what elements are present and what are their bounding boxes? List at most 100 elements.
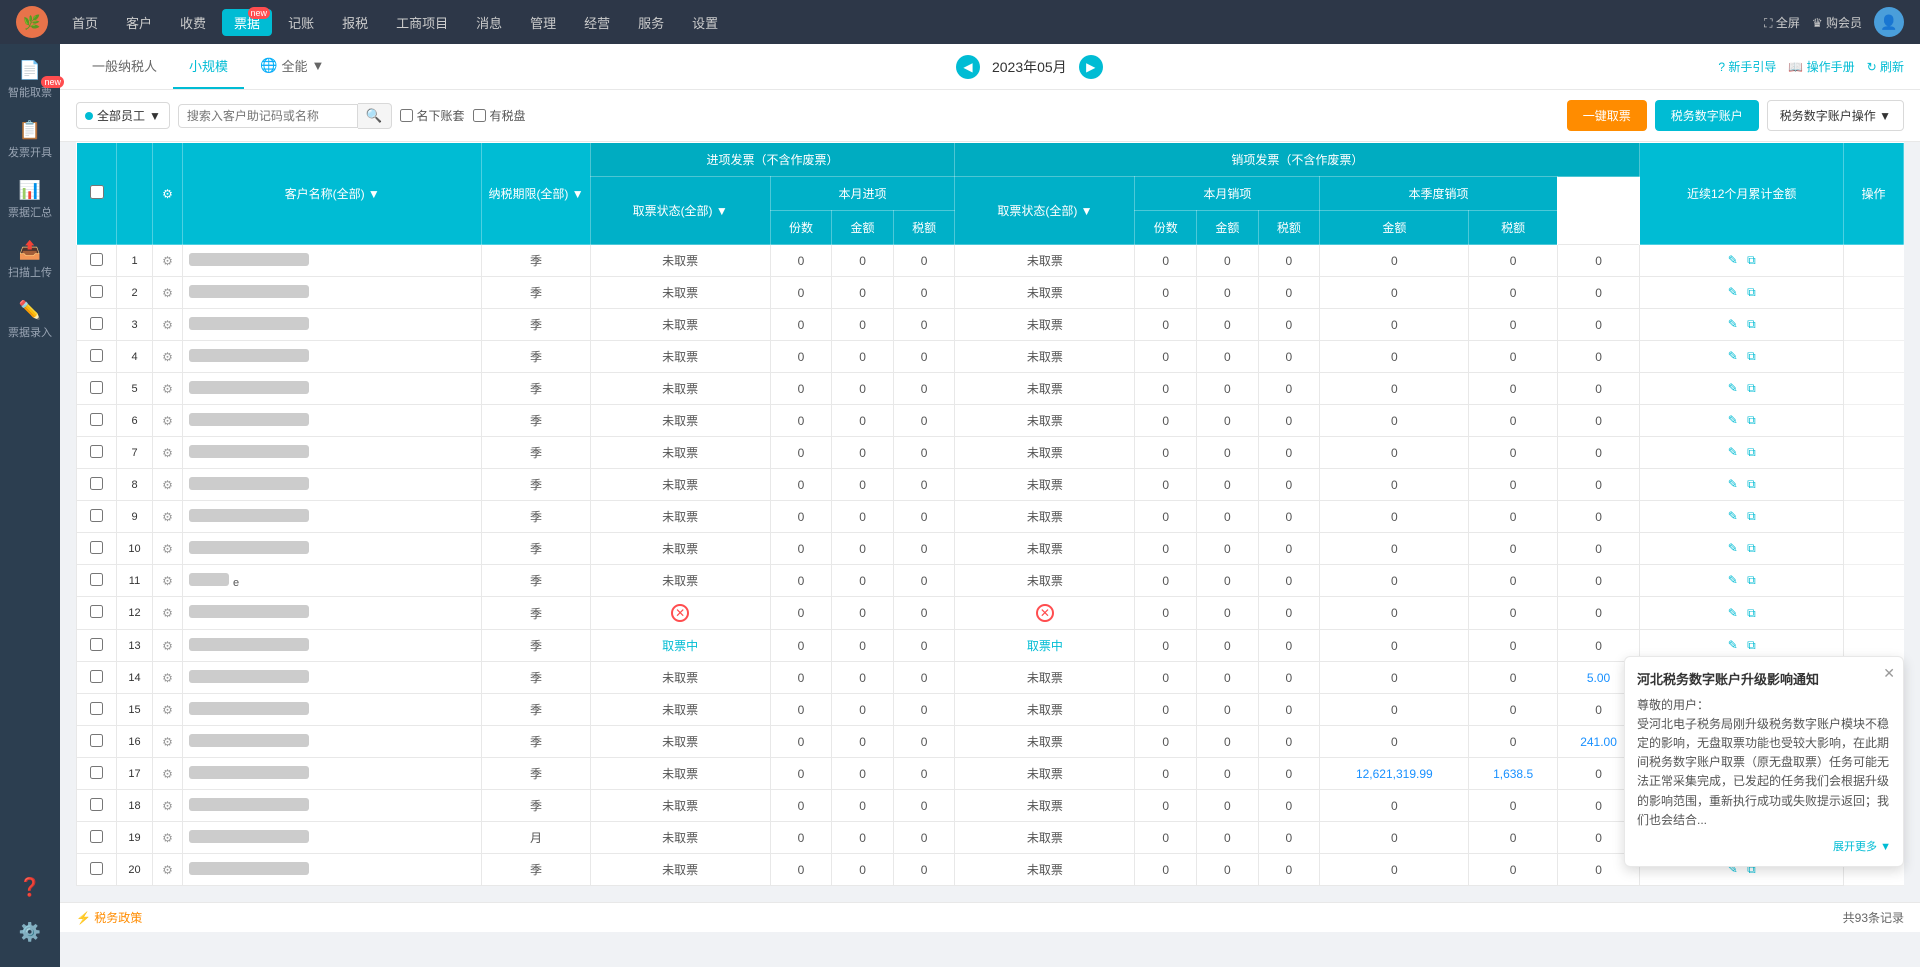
row-settings-icon[interactable]: ⚙: [153, 630, 183, 662]
nav-home[interactable]: 首页: [60, 9, 110, 36]
sidebar-item-settings[interactable]: ⚙️: [3, 914, 57, 951]
header-in-status[interactable]: 取票状态(全部) ▼: [590, 177, 770, 245]
sidebar-item-summary[interactable]: 📊 票据汇总: [3, 172, 57, 228]
copy-icon[interactable]: ⧉: [1747, 445, 1756, 459]
sidebar-item-entry[interactable]: ✏️ 票据录入: [3, 292, 57, 348]
has-tax-disc-checkbox[interactable]: 有税盘: [473, 107, 526, 124]
copy-icon[interactable]: ⧉: [1747, 477, 1756, 491]
row-checkbox[interactable]: [90, 605, 103, 618]
row-settings-icon[interactable]: ⚙: [153, 758, 183, 790]
tax-digital-ops-btn[interactable]: 税务数字账户操作 ▼: [1767, 100, 1904, 131]
sidebar-item-issue[interactable]: 📋 发票开具: [3, 112, 57, 168]
edit-icon[interactable]: ✎: [1728, 285, 1738, 299]
row-settings-icon[interactable]: ⚙: [153, 405, 183, 437]
row-checkbox[interactable]: [90, 509, 103, 522]
copy-icon[interactable]: ⧉: [1747, 606, 1756, 620]
header-tax-period[interactable]: 纳税期限(全部) ▼: [482, 143, 590, 245]
row-checkbox[interactable]: [90, 862, 103, 875]
row-settings-icon[interactable]: ⚙: [153, 373, 183, 405]
row-checkbox[interactable]: [90, 798, 103, 811]
row-checkbox[interactable]: [90, 702, 103, 715]
edit-icon[interactable]: ✎: [1728, 349, 1738, 363]
sidebar-item-smart-fetch[interactable]: 📄 智能取票 new: [3, 52, 57, 108]
staff-filter[interactable]: 全部员工 ▼: [76, 102, 170, 129]
notification-expand[interactable]: 展开更多 ▼: [1637, 838, 1891, 854]
nav-customer[interactable]: 客户: [114, 9, 164, 36]
row-checkbox[interactable]: [90, 349, 103, 362]
refresh-btn[interactable]: ↻ 刷新: [1867, 58, 1904, 75]
row-checkbox[interactable]: [90, 638, 103, 651]
row-settings-icon[interactable]: ⚙: [153, 533, 183, 565]
copy-icon[interactable]: ⧉: [1747, 253, 1756, 267]
notification-close-btn[interactable]: ✕: [1883, 665, 1895, 682]
copy-icon[interactable]: ⧉: [1747, 349, 1756, 363]
nav-tax[interactable]: 报税: [330, 9, 380, 36]
tax-policy-link[interactable]: ⚡ 税务政策: [76, 909, 142, 926]
row-settings-icon[interactable]: ⚙: [153, 501, 183, 533]
tax-digital-account-btn[interactable]: 税务数字账户: [1655, 100, 1759, 131]
row-settings-icon[interactable]: ⚙: [153, 565, 183, 597]
user-avatar[interactable]: 👤: [1874, 7, 1904, 37]
row-settings-icon[interactable]: ⚙: [153, 341, 183, 373]
row-settings-icon[interactable]: ⚙: [153, 277, 183, 309]
nav-settings[interactable]: 设置: [680, 9, 730, 36]
fullscreen-btn[interactable]: ⛶ 全屏: [1764, 14, 1800, 31]
tab-all[interactable]: 🌐 全能 ▼: [244, 44, 340, 89]
nav-management[interactable]: 管理: [518, 9, 568, 36]
prev-month-btn[interactable]: ◀: [956, 55, 980, 79]
search-input[interactable]: [178, 104, 358, 128]
edit-icon[interactable]: ✎: [1728, 638, 1738, 652]
nav-message[interactable]: 消息: [464, 9, 514, 36]
nav-fee[interactable]: 收费: [168, 9, 218, 36]
row-checkbox[interactable]: [90, 413, 103, 426]
copy-icon[interactable]: ⧉: [1747, 573, 1756, 587]
sidebar-item-upload[interactable]: 📤 扫描上传: [3, 232, 57, 288]
edit-icon[interactable]: ✎: [1728, 413, 1738, 427]
nav-invoice[interactable]: 票据 new: [222, 9, 272, 36]
membership-btn[interactable]: ♛ 购会员: [1812, 14, 1862, 31]
edit-icon[interactable]: ✎: [1728, 253, 1738, 267]
copy-icon[interactable]: ⧉: [1747, 285, 1756, 299]
under-account-checkbox[interactable]: 名下账套: [400, 107, 465, 124]
row-checkbox[interactable]: [90, 670, 103, 683]
manual-btn[interactable]: 📖 操作手册: [1788, 58, 1854, 75]
row-settings-icon[interactable]: ⚙: [153, 694, 183, 726]
tab-small-scale[interactable]: 小规模: [173, 44, 244, 89]
copy-icon[interactable]: ⧉: [1747, 541, 1756, 555]
row-checkbox[interactable]: [90, 766, 103, 779]
row-settings-icon[interactable]: ⚙: [153, 597, 183, 630]
row-settings-icon[interactable]: ⚙: [153, 854, 183, 886]
row-settings-icon[interactable]: ⚙: [153, 245, 183, 277]
under-account-input[interactable]: [400, 109, 413, 122]
edit-icon[interactable]: ✎: [1728, 317, 1738, 331]
row-settings-icon[interactable]: ⚙: [153, 469, 183, 501]
tab-general-taxpayer[interactable]: 一般纳税人: [76, 44, 173, 89]
copy-icon[interactable]: ⧉: [1747, 509, 1756, 523]
one-key-fetch-btn[interactable]: 一键取票: [1567, 100, 1647, 131]
next-month-btn[interactable]: ▶: [1079, 55, 1103, 79]
row-checkbox[interactable]: [90, 477, 103, 490]
row-settings-icon[interactable]: ⚙: [153, 790, 183, 822]
header-customer-name[interactable]: 客户名称(全部) ▼: [183, 143, 482, 245]
row-checkbox[interactable]: [90, 381, 103, 394]
copy-icon[interactable]: ⧉: [1747, 638, 1756, 652]
row-checkbox[interactable]: [90, 573, 103, 586]
edit-icon[interactable]: ✎: [1728, 573, 1738, 587]
row-checkbox[interactable]: [90, 541, 103, 554]
header-out-status[interactable]: 取票状态(全部) ▼: [955, 177, 1135, 245]
edit-icon[interactable]: ✎: [1728, 477, 1738, 491]
row-checkbox[interactable]: [90, 253, 103, 266]
row-checkbox[interactable]: [90, 445, 103, 458]
row-checkbox[interactable]: [90, 285, 103, 298]
search-button[interactable]: 🔍: [358, 103, 392, 129]
row-settings-icon[interactable]: ⚙: [153, 437, 183, 469]
edit-icon[interactable]: ✎: [1728, 541, 1738, 555]
copy-icon[interactable]: ⧉: [1747, 317, 1756, 331]
sidebar-item-help[interactable]: ❓: [3, 869, 57, 906]
row-settings-icon[interactable]: ⚙: [153, 726, 183, 758]
row-settings-icon[interactable]: ⚙: [153, 822, 183, 854]
nav-service[interactable]: 服务: [626, 9, 676, 36]
copy-icon[interactable]: ⧉: [1747, 381, 1756, 395]
edit-icon[interactable]: ✎: [1728, 606, 1738, 620]
row-checkbox[interactable]: [90, 317, 103, 330]
